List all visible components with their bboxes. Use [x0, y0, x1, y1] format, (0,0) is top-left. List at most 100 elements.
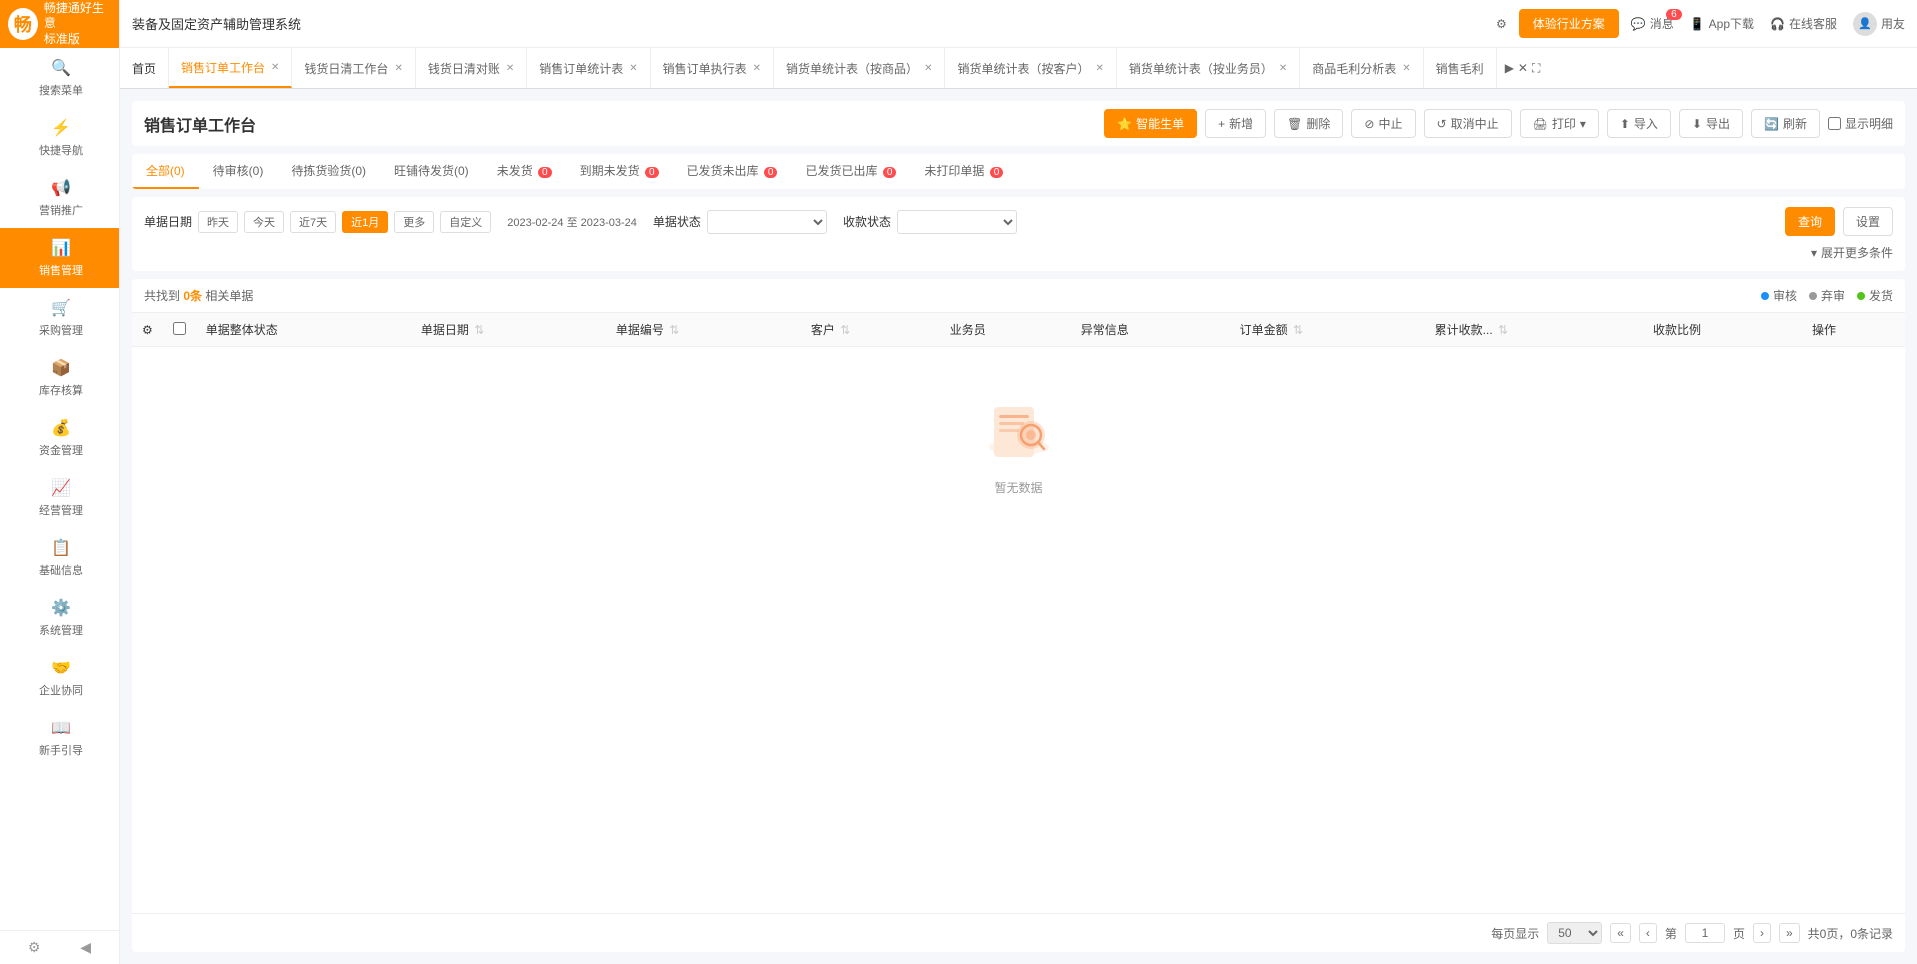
print-btn[interactable]: 🖨 打印 ▾ — [1520, 109, 1599, 138]
delete-btn[interactable]: 🗑 删除 — [1274, 109, 1343, 138]
sidebar-item-purchase[interactable]: 🛒 采购管理 — [0, 288, 119, 348]
sidebar-item-marketing[interactable]: 📢 营销推广 — [0, 168, 119, 228]
tab-cash-daily[interactable]: 钱货日清工作台 ✕ — [292, 48, 415, 88]
col-number[interactable]: 单据编号 ⇅ — [606, 313, 801, 347]
page-input[interactable] — [1685, 923, 1725, 943]
filter-tab-not-printed[interactable]: 未打印单据 0 — [910, 154, 1017, 189]
plus-icon: + — [1218, 117, 1225, 131]
status-filter: 单据状态 — [653, 210, 827, 234]
sidebar-item-system[interactable]: ⚙️ 系统管理 — [0, 588, 119, 648]
page-size-select[interactable]: 50 10 20 100 — [1547, 922, 1602, 944]
sidebar-item-inventory[interactable]: 📦 库存核算 — [0, 348, 119, 408]
tabbar-more[interactable]: ▶ ✕ ⛶ — [1497, 61, 1549, 76]
tab-close-by-product[interactable]: ✕ — [924, 63, 932, 74]
sidebar-item-basic[interactable]: 📋 基础信息 — [0, 528, 119, 588]
expand-conditions-btn[interactable]: ▾ 展开更多条件 — [1811, 244, 1893, 261]
filter-tab-pending-inspect[interactable]: 待拣货验货(0) — [277, 154, 380, 189]
cancel-review-action-btn[interactable]: 弃审 — [1809, 287, 1845, 304]
col-customer[interactable]: 客户 ⇅ — [801, 313, 940, 347]
tab-sales-profit[interactable]: 销售毛利 — [1424, 48, 1497, 88]
review-action-btn[interactable]: 审核 — [1761, 287, 1797, 304]
tab-sales-by-customer[interactable]: 销货单统计表（按客户） ✕ — [945, 48, 1116, 88]
sidebar-item-sales[interactable]: 📊 销售管理 — [0, 228, 119, 288]
filter-tab-shipped-out[interactable]: 已发货已出库 0 — [791, 154, 910, 189]
tab-sales-exec[interactable]: 销售订单执行表 ✕ — [651, 48, 774, 88]
show-detail-checkbox[interactable]: 显示明细 — [1828, 115, 1893, 132]
select-all-checkbox[interactable] — [173, 322, 186, 335]
download-action[interactable]: 📱 App下载 — [1690, 15, 1754, 32]
date-1month[interactable]: 近1月 — [342, 211, 388, 233]
user-action[interactable]: 👤 用友 — [1853, 12, 1905, 36]
table-header-row: ⚙ 单据整体状态 单据日期 ⇅ 单据编号 ⇅ — [132, 313, 1905, 347]
refresh-btn[interactable]: 🔄 刷新 — [1751, 109, 1820, 138]
filter-tab-overdue[interactable]: 到期未发货 0 — [566, 154, 673, 189]
search-icon: 🔍 — [51, 58, 71, 78]
service-action[interactable]: 🎧 在线客服 — [1770, 15, 1837, 32]
date-yesterday[interactable]: 昨天 — [198, 211, 238, 233]
export-btn[interactable]: ⬇ 导出 — [1679, 109, 1743, 138]
status-select[interactable] — [707, 210, 827, 234]
col-amount[interactable]: 订单金额 ⇅ — [1230, 313, 1425, 347]
topbar-settings-icon[interactable]: ⚙ — [1496, 17, 1507, 31]
review-dot — [1761, 292, 1769, 300]
sidebar-item-operation[interactable]: 📈 经营管理 — [0, 468, 119, 528]
message-action[interactable]: 💬 消息 6 — [1631, 15, 1674, 32]
tab-sales-workbench[interactable]: 销售订单工作台 ✕ — [169, 48, 292, 88]
date-more[interactable]: 更多 — [394, 211, 434, 233]
filter-settings-btn[interactable]: 设置 — [1843, 207, 1893, 236]
tab-close-by-customer[interactable]: ✕ — [1095, 63, 1103, 74]
last-page-btn[interactable]: » — [1779, 923, 1800, 943]
filter-tab-not-shipped[interactable]: 未发货 0 — [483, 154, 566, 189]
date-custom[interactable]: 自定义 — [440, 211, 491, 233]
col-date[interactable]: 单据日期 ⇅ — [411, 313, 606, 347]
collapse-btn[interactable]: ◀ — [80, 939, 91, 956]
detail-checkbox-input[interactable] — [1828, 117, 1841, 130]
trial-btn[interactable]: 体验行业方案 — [1519, 9, 1619, 38]
sidebar-item-quicknav[interactable]: ⚡ 快捷导航 — [0, 108, 119, 168]
tab-close-sales-stat[interactable]: ✕ — [629, 63, 637, 74]
sidebar-item-search[interactable]: 🔍 搜索菜单 — [0, 48, 119, 108]
close-all-icon[interactable]: ✕ — [1518, 61, 1528, 75]
sidebar-item-cooperation[interactable]: 🤝 企业协同 — [0, 648, 119, 708]
settings-btn[interactable]: ⚙ — [28, 939, 41, 956]
next-page-btn[interactable]: › — [1753, 923, 1771, 943]
col-staff[interactable]: 业务员 — [940, 313, 1071, 347]
query-btn[interactable]: 查询 — [1785, 207, 1835, 236]
col-checkbox[interactable] — [163, 313, 196, 347]
tab-sales-by-product[interactable]: 销货单统计表（按商品） ✕ — [774, 48, 945, 88]
ship-action-btn[interactable]: 发货 — [1857, 287, 1893, 304]
date-7days[interactable]: 近7天 — [290, 211, 336, 233]
first-page-btn[interactable]: « — [1610, 923, 1631, 943]
filter-tab-all[interactable]: 全部(0) — [132, 154, 199, 189]
tab-close-cash-reconcile[interactable]: ✕ — [506, 63, 514, 74]
tab-margin-analysis[interactable]: 商品毛利分析表 ✕ — [1300, 48, 1423, 88]
tab-sales-by-staff[interactable]: 销货单统计表（按业务员） ✕ — [1117, 48, 1300, 88]
tab-home[interactable]: 首页 — [120, 48, 169, 88]
cancel-stop-btn[interactable]: ↺ 取消中止 — [1424, 109, 1512, 138]
fullscreen-icon[interactable]: ⛶ — [1532, 61, 1540, 76]
tab-close-margin[interactable]: ✕ — [1402, 63, 1410, 74]
col-collected[interactable]: 累计收款... ⇅ — [1425, 313, 1643, 347]
import-btn[interactable]: ⬆ 导入 — [1607, 109, 1671, 138]
main-area: 装备及固定资产辅助管理系统 ⚙ 体验行业方案 💬 消息 6 📱 App下载 🎧 … — [120, 0, 1917, 964]
sidebar-item-finance[interactable]: 💰 资金管理 — [0, 408, 119, 468]
page-actions: ⭐ 智能生单 + 新增 🗑 删除 ⊘ 中止 ↺ 取消中止 — [1104, 109, 1893, 138]
date-today[interactable]: 今天 — [244, 211, 284, 233]
add-btn[interactable]: + 新增 — [1205, 109, 1266, 138]
filter-tab-wangpu[interactable]: 旺铺待发货(0) — [380, 154, 483, 189]
sidebar-item-guide[interactable]: 📖 新手引导 — [0, 708, 119, 768]
prev-page-btn[interactable]: ‹ — [1639, 923, 1657, 943]
stop-btn[interactable]: ⊘ 中止 — [1351, 109, 1415, 138]
ai-btn[interactable]: ⭐ 智能生单 — [1104, 109, 1197, 138]
payment-select[interactable] — [897, 210, 1017, 234]
tab-close-cash-daily[interactable]: ✕ — [394, 63, 402, 74]
tab-sales-stat[interactable]: 销售订单统计表 ✕ — [527, 48, 650, 88]
empty-state: 暂无数据 — [132, 347, 1905, 536]
sort-amount-icon: ⇅ — [1293, 323, 1303, 337]
tab-cash-reconcile[interactable]: 钱货日清对账 ✕ — [416, 48, 527, 88]
tab-close-sales-workbench[interactable]: ✕ — [271, 62, 279, 73]
tab-close-sales-exec[interactable]: ✕ — [753, 63, 761, 74]
filter-tab-shipped-not-out[interactable]: 已发货未出库 0 — [673, 154, 792, 189]
tab-close-by-staff[interactable]: ✕ — [1279, 63, 1287, 74]
filter-tab-pending-review[interactable]: 待审核(0) — [199, 154, 278, 189]
